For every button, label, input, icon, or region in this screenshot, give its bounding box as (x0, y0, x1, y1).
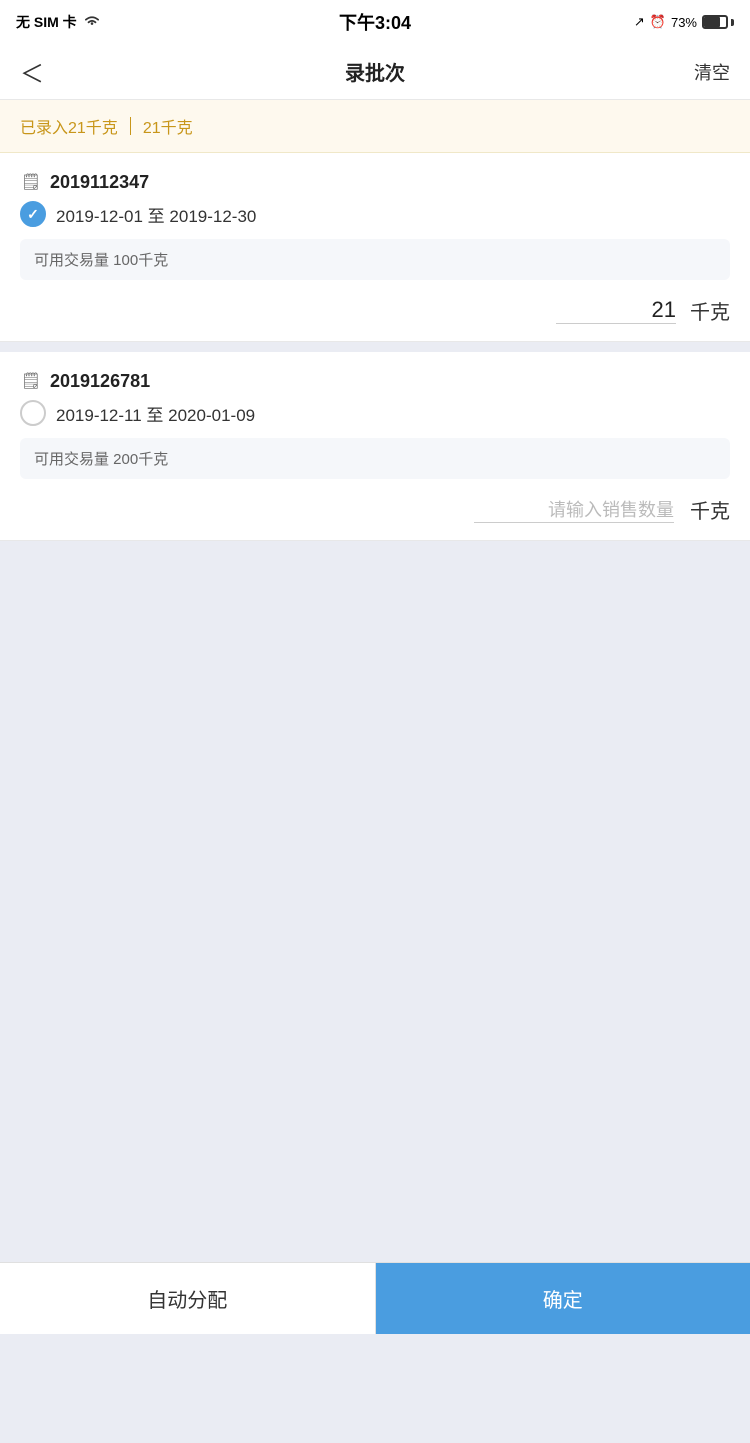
alarm-icon: ⏰ (650, 14, 666, 30)
recorded-value: 21千克 (143, 114, 193, 138)
batch-2-radio[interactable] (20, 400, 46, 426)
batch-2-input-row[interactable]: 请输入销售数量 千克 (0, 479, 750, 541)
battery-info: ↗ ⏰ 73% (634, 14, 734, 30)
nav-bar: ＜ 录批次 清空 (0, 44, 750, 100)
banner-divider (130, 117, 131, 135)
batch-1-amount-underline: 21 (556, 297, 676, 324)
batch-1-amount-row[interactable]: 21 千克 (0, 280, 750, 342)
status-bar: 无 SIM 卡 下午3:04 ↗ ⏰ 73% (0, 0, 750, 44)
batch-2-id: 2019126781 (50, 371, 150, 392)
batch-2-date-row[interactable]: 2019-12-11 至 2020-01-09 (20, 400, 730, 426)
section-divider (0, 342, 750, 352)
batch-id-icon-1: 🗒 (20, 171, 42, 193)
batch-1-date-row[interactable]: ✓ 2019-12-01 至 2019-12-30 (20, 201, 730, 227)
batch-item-1: 🗒 2019112347 ✓ 2019-12-01 至 2019-12-30 可… (0, 153, 750, 280)
batch-2-unit: 千克 (690, 495, 730, 524)
carrier-text: 无 SIM 卡 (16, 12, 77, 32)
batch-1-header: 🗒 2019112347 (20, 171, 730, 193)
batch-2-date: 2019-12-11 至 2020-01-09 (56, 401, 255, 426)
batch-2-input-underline: 请输入销售数量 (474, 496, 674, 523)
clear-button[interactable]: 清空 (694, 59, 730, 85)
page-title: 录批次 (345, 57, 405, 86)
recorded-label: 已录入21千克 (20, 114, 118, 138)
batch-2-placeholder: 请输入销售数量 (548, 496, 674, 522)
battery-percent: 73% (671, 15, 697, 30)
auto-distribute-button[interactable]: 自动分配 (0, 1263, 376, 1334)
back-button[interactable]: ＜ (20, 46, 52, 97)
location-icon: ↗ (634, 14, 645, 30)
time-display: 下午3:04 (339, 9, 411, 35)
batch-1-id: 2019112347 (50, 172, 149, 193)
info-banner: 已录入21千克 21千克 (0, 100, 750, 153)
batch-2-header: 🗒 2019126781 (20, 370, 730, 392)
batch-1-date: 2019-12-01 至 2019-12-30 (56, 202, 256, 227)
batch-2-available: 可用交易量 200千克 (20, 438, 730, 479)
batch-1-radio[interactable]: ✓ (20, 201, 46, 227)
main-content: 🗒 2019112347 ✓ 2019-12-01 至 2019-12-30 可… (0, 153, 750, 1443)
batch-id-icon-2: 🗒 (20, 370, 42, 392)
batch-item-2: 🗒 2019126781 2019-12-11 至 2020-01-09 可用交… (0, 352, 750, 479)
bottom-bar: 自动分配 确定 (0, 1262, 750, 1334)
batch-1-unit: 千克 (690, 296, 730, 325)
confirm-button[interactable]: 确定 (376, 1263, 750, 1334)
batch-1-available: 可用交易量 100千克 (20, 239, 730, 280)
batch-1-amount: 21 (652, 297, 676, 323)
wifi-icon (83, 14, 101, 31)
carrier-info: 无 SIM 卡 (16, 12, 101, 32)
battery-icon (702, 15, 734, 29)
check-mark-1: ✓ (27, 206, 39, 223)
